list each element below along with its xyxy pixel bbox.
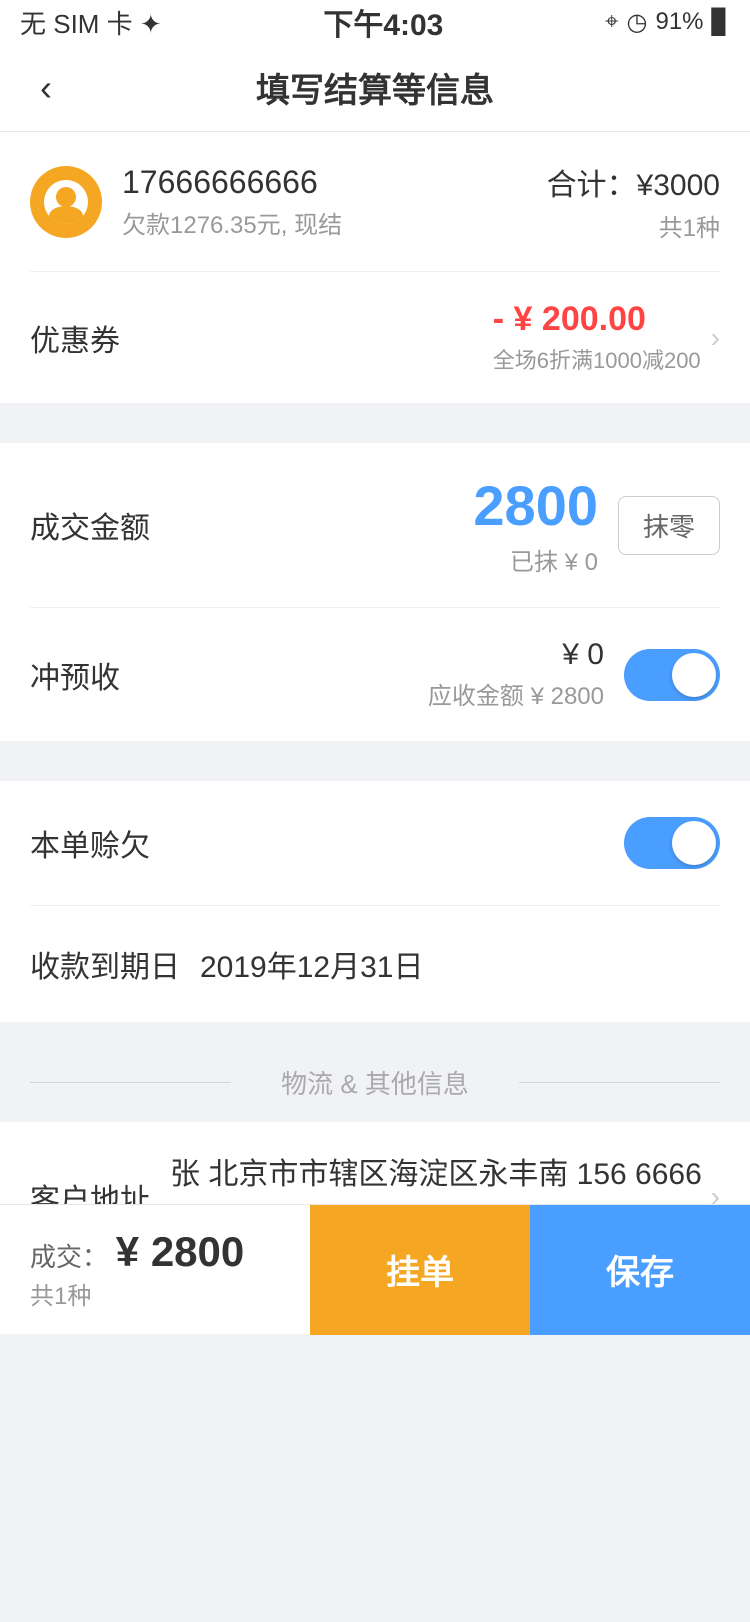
due-date-value: 2019年12月31日	[200, 942, 423, 986]
prepay-label: 冲预收	[30, 653, 120, 697]
sep-label: 物流 & 其他信息	[281, 1064, 469, 1101]
prepay-row: 冲预收 ¥ 0 应收金额 ¥ 2800	[0, 608, 750, 741]
sim-wifi-label: 无 SIM 卡 ✦	[20, 4, 162, 41]
customer-card: 17666666666 欠款1276.35元, 现结 合计：¥3000 共1种 …	[0, 132, 750, 403]
coupon-amount: - ¥ 200.00	[493, 300, 701, 339]
customer-left: 17666666666 欠款1276.35元, 现结	[30, 164, 342, 240]
avatar	[30, 166, 102, 238]
logistics-separator: 物流 & 其他信息	[0, 1042, 750, 1122]
deal-amount-card: 成交金额 2800 已抹 ¥ 0 抹零 冲预收 ¥ 0 应收金额 ¥ 2800	[0, 443, 750, 741]
clock-icon: ◷	[627, 8, 648, 37]
fuzero-button[interactable]: 抹零	[618, 496, 720, 555]
credit-label: 本单赊欠	[30, 821, 150, 865]
status-left: 无 SIM 卡 ✦	[20, 4, 162, 41]
deal-amount-right: 2800 已抹 ¥ 0 抹零	[473, 473, 720, 577]
customer-row: 17666666666 欠款1276.35元, 现结 合计：¥3000 共1种	[0, 132, 750, 271]
status-right: ⌖ ◷ 91% ▊	[605, 8, 730, 37]
bottom-deal-line: 成交： ¥ 2800	[30, 1228, 280, 1276]
prepay-toggle[interactable]	[624, 649, 720, 701]
bottom-bar: 成交： ¥ 2800 共1种 挂单 保存	[0, 1204, 750, 1334]
coupon-arrow-icon: ›	[711, 322, 720, 354]
section-gap-2	[0, 761, 750, 781]
page-title: 填写结算等信息	[256, 63, 494, 112]
deal-amount-row: 成交金额 2800 已抹 ¥ 0 抹零	[0, 443, 750, 607]
customer-info: 17666666666 欠款1276.35元, 现结	[122, 164, 342, 240]
status-bar: 无 SIM 卡 ✦ 下午4:03 ⌖ ◷ 91% ▊	[0, 0, 750, 44]
prepay-col: ¥ 0 应收金额 ¥ 2800	[428, 638, 604, 711]
prepay-right: ¥ 0 应收金额 ¥ 2800	[428, 638, 720, 711]
customer-count: 共1种	[547, 208, 720, 243]
deal-col: 2800 已抹 ¥ 0	[473, 473, 598, 577]
coupon-row[interactable]: 优惠券 - ¥ 200.00 全场6折满1000减200 ›	[0, 272, 750, 403]
customer-total: 合计：¥3000	[547, 160, 720, 204]
bottom-deal-amount: ¥ 2800	[116, 1228, 244, 1275]
coupon-right: - ¥ 200.00 全场6折满1000减200 ›	[493, 300, 720, 375]
avatar-icon	[44, 180, 88, 224]
content: 17666666666 欠款1276.35元, 现结 合计：¥3000 共1种 …	[0, 132, 750, 1622]
nav-bar: ‹ 填写结算等信息	[0, 44, 750, 132]
deal-amount-value: 2800	[473, 473, 598, 538]
sep-line-left	[30, 1082, 231, 1083]
battery-label: 91%	[655, 8, 703, 36]
customer-debt: 欠款1276.35元, 现结	[122, 205, 342, 240]
bottom-summary: 成交： ¥ 2800 共1种	[0, 1228, 310, 1311]
due-date-row: 收款到期日 2019年12月31日	[0, 906, 750, 1022]
prepay-sub: 应收金额 ¥ 2800	[428, 676, 604, 711]
customer-phone: 17666666666	[122, 164, 342, 201]
bottom-deal-label: 成交：	[30, 1242, 108, 1272]
bottom-count: 共1种	[30, 1276, 280, 1311]
credit-row: 本单赊欠	[0, 781, 750, 905]
back-button[interactable]: ‹	[30, 57, 62, 119]
location-icon: ⌖	[605, 8, 619, 36]
battery-icon: ▊	[712, 8, 730, 37]
due-date-label: 收款到期日	[30, 942, 180, 986]
sep-line-right	[519, 1082, 720, 1083]
coupon-desc: 全场6折满1000减200	[493, 343, 701, 375]
save-button[interactable]: 保存	[530, 1205, 750, 1335]
prepay-amount: ¥ 0	[428, 638, 604, 672]
coupon-label: 优惠券	[30, 316, 120, 360]
deal-amount-label: 成交金额	[30, 503, 150, 547]
hang-order-button[interactable]: 挂单	[310, 1205, 530, 1335]
credit-toggle[interactable]	[624, 817, 720, 869]
already-zeroed: 已抹 ¥ 0	[473, 542, 598, 577]
section-gap-1	[0, 423, 750, 443]
status-time: 下午4:03	[323, 0, 443, 44]
credit-card: 本单赊欠 收款到期日 2019年12月31日	[0, 781, 750, 1022]
customer-right: 合计：¥3000 共1种	[547, 160, 720, 243]
